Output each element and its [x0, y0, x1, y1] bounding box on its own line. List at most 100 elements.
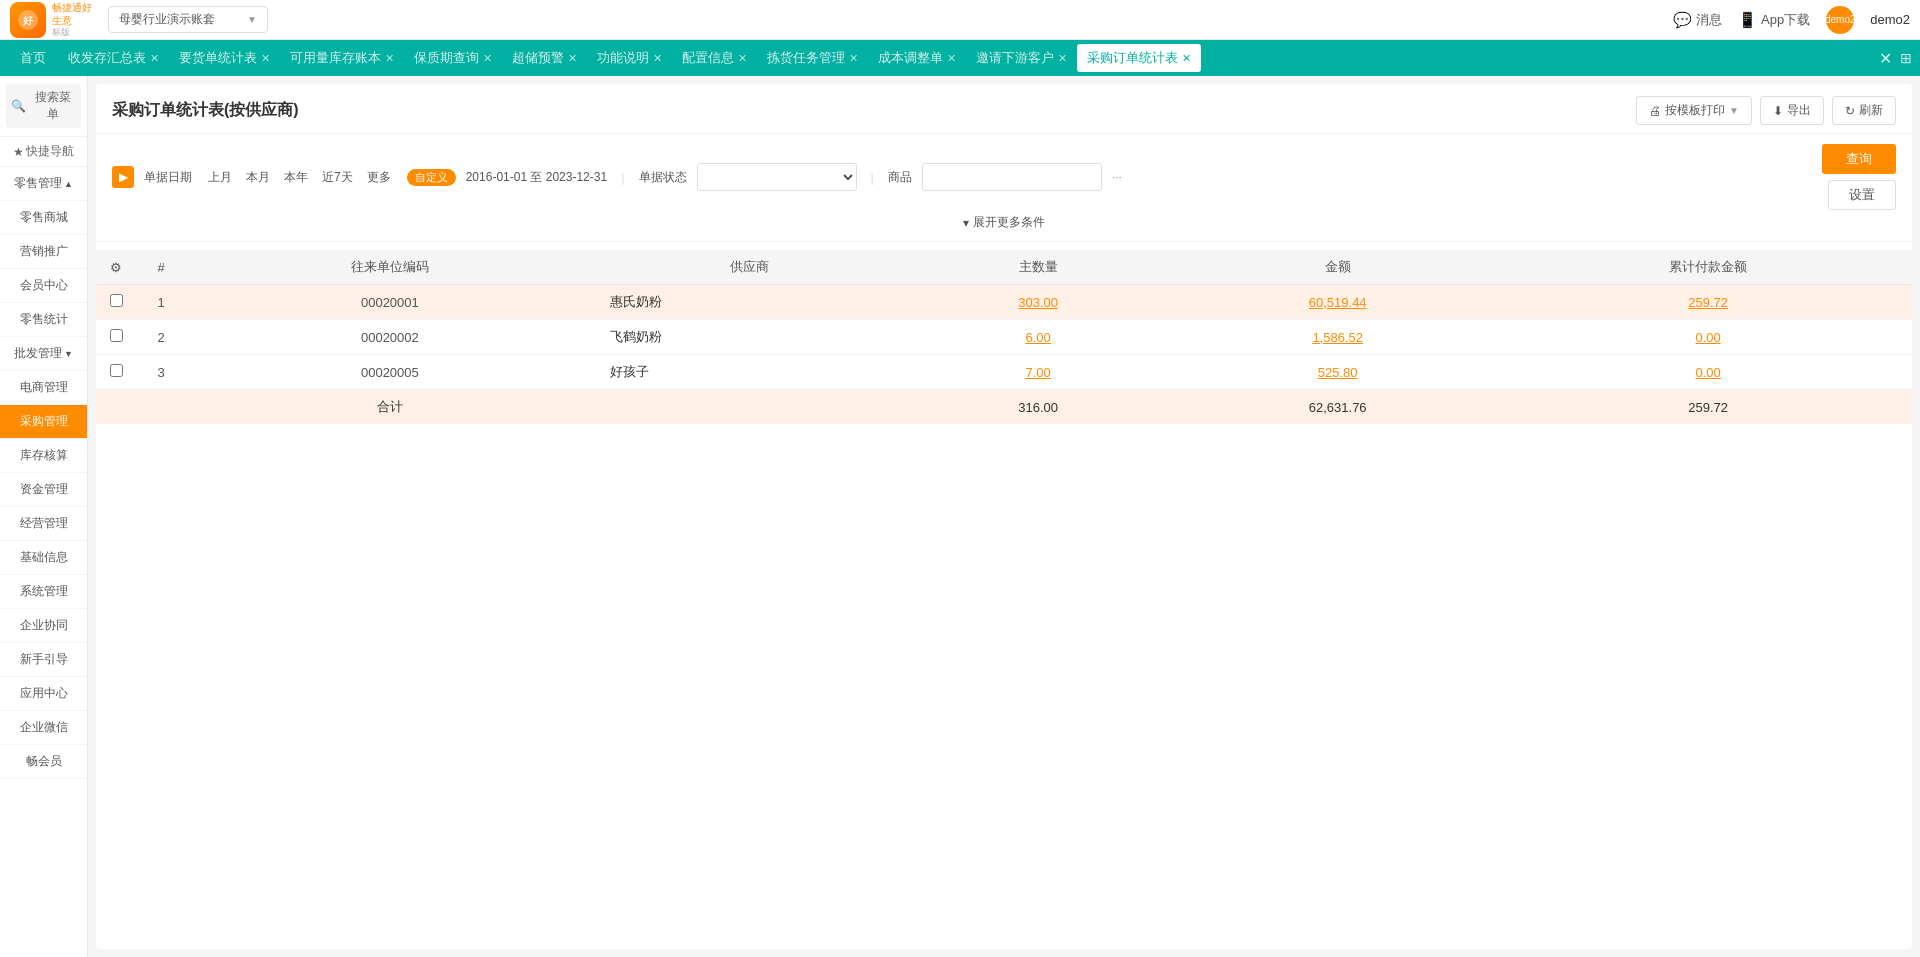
download-icon: 📱 — [1738, 11, 1757, 29]
tab-close-icon[interactable]: ✕ — [849, 52, 858, 65]
tab-close-icon[interactable]: ✕ — [568, 52, 577, 65]
row-qty[interactable]: 6.00 — [905, 320, 1171, 355]
tab-close-icon[interactable]: ✕ — [483, 52, 492, 65]
row-seq: 3 — [136, 355, 186, 390]
tab-config[interactable]: 配置信息 ✕ — [672, 44, 757, 72]
tab-close-icon[interactable]: ✕ — [738, 52, 747, 65]
expand-btn[interactable]: ▾ 展开更多条件 — [963, 214, 1045, 231]
sidebar-item-new-guide[interactable]: 新手引导 — [0, 643, 87, 677]
workspace-selector[interactable]: 母婴行业演示账套 ▼ — [108, 6, 268, 33]
sidebar-item-retail-mgmt[interactable]: 零售管理 ▲ — [0, 167, 87, 201]
row-supplier-name: 惠氏奶粉 — [594, 285, 905, 320]
row-qty[interactable]: 7.00 — [905, 355, 1171, 390]
sidebar-item-ecommerce[interactable]: 电商管理 — [0, 371, 87, 405]
tab-requisition[interactable]: 要货单统计表 ✕ — [169, 44, 280, 72]
export-btn[interactable]: ⬇ 导出 — [1760, 96, 1824, 125]
date-range-display: 2016-01-01 至 2023-12-31 — [466, 169, 607, 186]
settings-btn[interactable]: 设置 — [1828, 180, 1896, 210]
goods-input[interactable] — [922, 163, 1102, 191]
logo-text: 畅捷通好生意 标版 — [52, 1, 98, 39]
col-settings[interactable]: ⚙ — [96, 250, 136, 285]
sidebar-item-operation[interactable]: 经营管理 — [0, 507, 87, 541]
sidebar-item-marketing[interactable]: 营销推广 — [0, 235, 87, 269]
row-paid[interactable]: 0.00 — [1504, 355, 1912, 390]
date-last-month-btn[interactable]: 上月 — [202, 167, 238, 188]
row-checkbox[interactable] — [96, 285, 136, 320]
col-supplier-name: 供应商 — [594, 250, 905, 285]
row-checkbox[interactable] — [96, 320, 136, 355]
date-more-btn[interactable]: 更多 — [361, 167, 397, 188]
query-btn[interactable]: 查询 — [1822, 144, 1896, 174]
filter-area: ▶ 单据日期 上月 本月 本年 近7天 更多 自定义 2016-01-01 至 … — [96, 134, 1912, 242]
tab-receive[interactable]: 收发存汇总表 ✕ — [58, 44, 169, 72]
date-quick-buttons: 上月 本月 本年 近7天 更多 — [202, 167, 397, 188]
tab-close-icon[interactable]: ✕ — [261, 52, 270, 65]
sidebar-item-finance[interactable]: 资金管理 — [0, 473, 87, 507]
row-checkbox[interactable] — [96, 355, 136, 390]
tab-close-icon[interactable]: ✕ — [1058, 52, 1067, 65]
workspace-arrow-icon: ▼ — [247, 14, 257, 25]
sidebar-item-retail-mall[interactable]: 零售商城 — [0, 201, 87, 235]
sidebar-item-app-center[interactable]: 应用中心 — [0, 677, 87, 711]
sidebar-item-enterprise-wechat[interactable]: 企业微信 — [0, 711, 87, 745]
date-custom-badge[interactable]: 自定义 — [407, 169, 456, 186]
tab-close-icon[interactable]: ✕ — [385, 52, 394, 65]
date-7days-btn[interactable]: 近7天 — [316, 167, 359, 188]
export-icon: ⬇ — [1773, 104, 1783, 118]
tab-invite[interactable]: 邀请下游客户 ✕ — [966, 44, 1077, 72]
tab-function[interactable]: 功能说明 ✕ — [587, 44, 672, 72]
tab-close-active-icon[interactable]: ✕ — [1182, 52, 1191, 65]
goods-label: 商品 — [888, 169, 912, 186]
col-seq: # — [136, 250, 186, 285]
search-menu-btn[interactable]: 🔍 搜索菜单 — [0, 76, 87, 137]
tab-inventory[interactable]: 可用量库存账本 ✕ — [280, 44, 404, 72]
refresh-btn[interactable]: ↻ 刷新 — [1832, 96, 1896, 125]
sidebar-item-inventory-check[interactable]: 库存核算 — [0, 439, 87, 473]
gear-icon[interactable]: ⚙ — [110, 260, 122, 275]
date-this-month-btn[interactable]: 本月 — [240, 167, 276, 188]
row-supplier-code: 00020005 — [186, 355, 594, 390]
tab-close-icon[interactable]: ✕ — [653, 52, 662, 65]
expand-row: ▾ 展开更多条件 — [112, 210, 1896, 231]
sidebar-item-wholesale[interactable]: 批发管理 ▼ — [0, 337, 87, 371]
sidebar-item-purchase-mgmt[interactable]: 采购管理 — [0, 405, 87, 439]
tab-close-icon[interactable]: ✕ — [947, 52, 956, 65]
row-paid[interactable]: 0.00 — [1504, 320, 1912, 355]
row-seq: 1 — [136, 285, 186, 320]
message-btn[interactable]: 💬 消息 — [1673, 11, 1722, 29]
row-qty[interactable]: 303.00 — [905, 285, 1171, 320]
total-qty: 316.00 — [905, 390, 1171, 425]
filter-collapse-btn[interactable]: ▶ — [112, 166, 134, 188]
tab-overstock[interactable]: 超储预警 ✕ — [502, 44, 587, 72]
nav-restore-icon[interactable]: ⊞ — [1900, 50, 1912, 66]
date-this-year-btn[interactable]: 本年 — [278, 167, 314, 188]
tab-purchase-stat[interactable]: 采购订单统计表 ✕ — [1077, 44, 1201, 72]
quick-nav-btn[interactable]: ★ 快捷导航 — [0, 137, 87, 167]
total-amount: 62,631.76 — [1171, 390, 1504, 425]
template-print-btn[interactable]: 🖨 按模板打印 ▼ — [1636, 96, 1752, 125]
sidebar-item-enterprise[interactable]: 企业协同 — [0, 609, 87, 643]
data-table: ⚙ # 往来单位编码 供应商 主数量 金额 累计付款金额 — [96, 250, 1912, 424]
dropdown-icon: ▼ — [1729, 105, 1739, 116]
sidebar-item-basic-info[interactable]: 基础信息 — [0, 541, 87, 575]
row-amount[interactable]: 1,586.52 — [1171, 320, 1504, 355]
tab-picking[interactable]: 拣货任务管理 ✕ — [757, 44, 868, 72]
app-download-btn[interactable]: 📱 App下载 — [1738, 11, 1810, 29]
status-select[interactable] — [697, 163, 857, 191]
nav-close-icon[interactable]: ✕ — [1879, 49, 1892, 68]
arrow-icon: ▼ — [64, 349, 73, 359]
tab-expiry[interactable]: 保质期查询 ✕ — [404, 44, 502, 72]
tab-home[interactable]: 首页 — [8, 44, 58, 72]
logo-icon: 好 — [10, 2, 46, 38]
sidebar-item-retail-stat[interactable]: 零售统计 — [0, 303, 87, 337]
sidebar-item-sys-mgmt[interactable]: 系统管理 — [0, 575, 87, 609]
sidebar-item-member[interactable]: 会员中心 — [0, 269, 87, 303]
tab-close-icon[interactable]: ✕ — [150, 52, 159, 65]
user-avatar[interactable]: demo2 — [1826, 6, 1854, 34]
row-paid[interactable]: 259.72 — [1504, 285, 1912, 320]
sidebar-item-member2[interactable]: 畅会员 — [0, 745, 87, 779]
row-amount[interactable]: 525.80 — [1171, 355, 1504, 390]
row-amount[interactable]: 60,519.44 — [1171, 285, 1504, 320]
tab-cost[interactable]: 成本调整单 ✕ — [868, 44, 966, 72]
goods-more-icon[interactable]: ··· — [1112, 170, 1122, 184]
